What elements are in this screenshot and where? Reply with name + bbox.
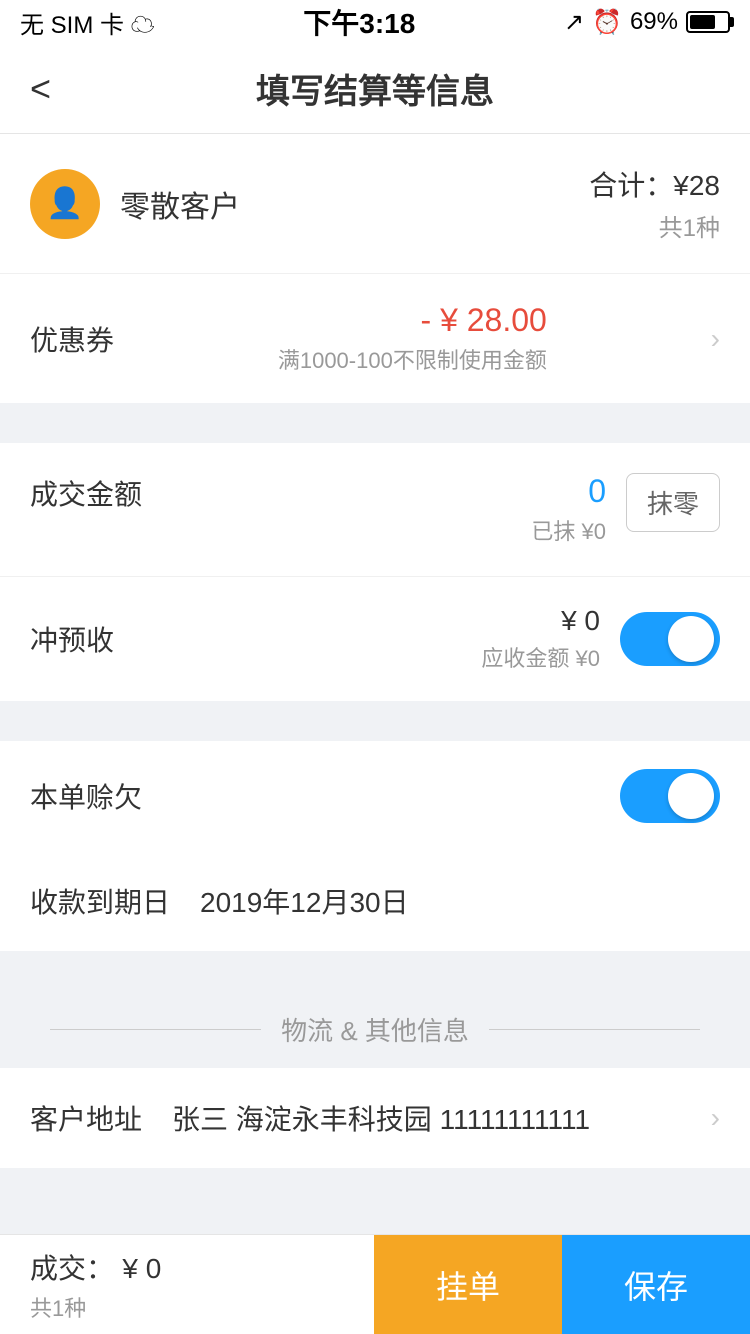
sim-label: 无 SIM 卡 ☁ <box>20 5 155 40</box>
customer-info: 👤 零散客户 <box>30 169 240 239</box>
prepay-value: ¥ 0 <box>481 605 600 637</box>
bottom-count: 共1种 <box>30 1291 344 1323</box>
deal-section: 成交金额 0 已抹 ¥0 抹零 冲预收 ¥ 0 应收金额 ¥0 <box>0 443 750 701</box>
coupon-label: 优惠券 <box>30 319 114 359</box>
round-down-button[interactable]: 抹零 <box>626 473 720 532</box>
customer-section: 👤 零散客户 合计：¥28 共1种 优惠券 - ¥ 28.00 满1000-10… <box>0 134 750 403</box>
address-section: 客户地址 张三 海淀永丰科技园 11111111111 › <box>0 1068 750 1168</box>
section-divider-3 <box>0 971 750 991</box>
section-divider-1 <box>0 423 750 443</box>
debit-toggle-thumb <box>668 773 714 819</box>
address-row[interactable]: 客户地址 张三 海淀永丰科技园 11111111111 › <box>0 1068 750 1168</box>
save-button[interactable]: 保存 <box>562 1235 750 1334</box>
debit-label: 本单赊欠 <box>30 776 142 816</box>
bottom-amount-label: 成交： <box>30 1253 114 1284</box>
customer-count: 共1种 <box>589 208 720 243</box>
location-icon: ↗ <box>564 8 584 37</box>
debit-section: 本单赊欠 收款到期日 2019年12月30日 <box>0 741 750 951</box>
logistics-header: 物流 & 其他信息 <box>0 991 750 1068</box>
avatar: 👤 <box>30 169 100 239</box>
deal-amount-value: 0 <box>531 473 606 510</box>
alarm-icon: ⏰ <box>592 8 622 37</box>
pending-button[interactable]: 挂单 <box>374 1235 562 1334</box>
section-divider-2 <box>0 721 750 741</box>
prepay-sub: 应收金额 ¥0 <box>481 641 600 673</box>
due-date-row: 收款到期日 2019年12月30日 <box>0 851 750 951</box>
save-button-label: 保存 <box>624 1262 688 1308</box>
coupon-amount: - ¥ 28.00 <box>278 302 547 339</box>
customer-total: 合计：¥28 <box>589 164 720 204</box>
customer-name: 零散客户 <box>120 182 240 226</box>
toggle-thumb <box>668 616 714 662</box>
due-date-value: 2019年12月30日 <box>200 881 409 921</box>
bottom-bar: 成交： ¥ 0 共1种 挂单 保存 <box>0 1234 750 1334</box>
avatar-icon: 👤 <box>46 186 83 221</box>
battery-icon <box>686 11 730 33</box>
back-button[interactable]: < <box>30 68 51 110</box>
address-value: 张三 海淀永丰科技园 11111111111 <box>172 1098 711 1138</box>
customer-row: 👤 零散客户 合计：¥28 共1种 <box>0 134 750 273</box>
coupon-right: - ¥ 28.00 满1000-100不限制使用金额 <box>278 302 547 375</box>
logistics-label: 物流 & 其他信息 <box>281 1011 469 1048</box>
chevron-right-icon: › <box>711 323 720 355</box>
pending-button-label: 挂单 <box>436 1262 500 1308</box>
address-label: 客户地址 <box>30 1098 142 1138</box>
status-time: 下午3:18 <box>303 2 415 42</box>
bottom-amount: 成交： ¥ 0 <box>30 1247 344 1287</box>
status-right: ↗ ⏰ 69% <box>564 8 730 37</box>
battery-percent: 69% <box>630 8 678 36</box>
bottom-info: 成交： ¥ 0 共1种 <box>0 1247 374 1323</box>
deal-amount-row: 成交金额 0 已抹 ¥0 抹零 <box>0 443 750 576</box>
nav-bar: < 填写结算等信息 <box>0 44 750 134</box>
prepay-row: 冲预收 ¥ 0 应收金额 ¥0 <box>0 576 750 701</box>
bottom-amount-value: ¥ 0 <box>122 1253 161 1284</box>
debit-row: 本单赊欠 <box>0 741 750 851</box>
page-title: 填写结算等信息 <box>256 64 494 113</box>
deal-amount-sub: 已抹 ¥0 <box>531 514 606 546</box>
debit-toggle[interactable] <box>620 769 720 823</box>
deal-amount-label: 成交金额 <box>30 473 142 513</box>
due-date-label: 收款到期日 <box>30 881 170 921</box>
coupon-row[interactable]: 优惠券 - ¥ 28.00 满1000-100不限制使用金额 › <box>0 273 750 403</box>
coupon-desc: 满1000-100不限制使用金额 <box>278 343 547 375</box>
prepay-toggle[interactable] <box>620 612 720 666</box>
status-bar: 无 SIM 卡 ☁ 下午3:18 ↗ ⏰ 69% <box>0 0 750 44</box>
customer-total-info: 合计：¥28 共1种 <box>589 164 720 243</box>
status-left: 无 SIM 卡 ☁ <box>20 5 155 40</box>
address-chevron-icon: › <box>711 1102 720 1134</box>
prepay-label: 冲预收 <box>30 619 114 659</box>
